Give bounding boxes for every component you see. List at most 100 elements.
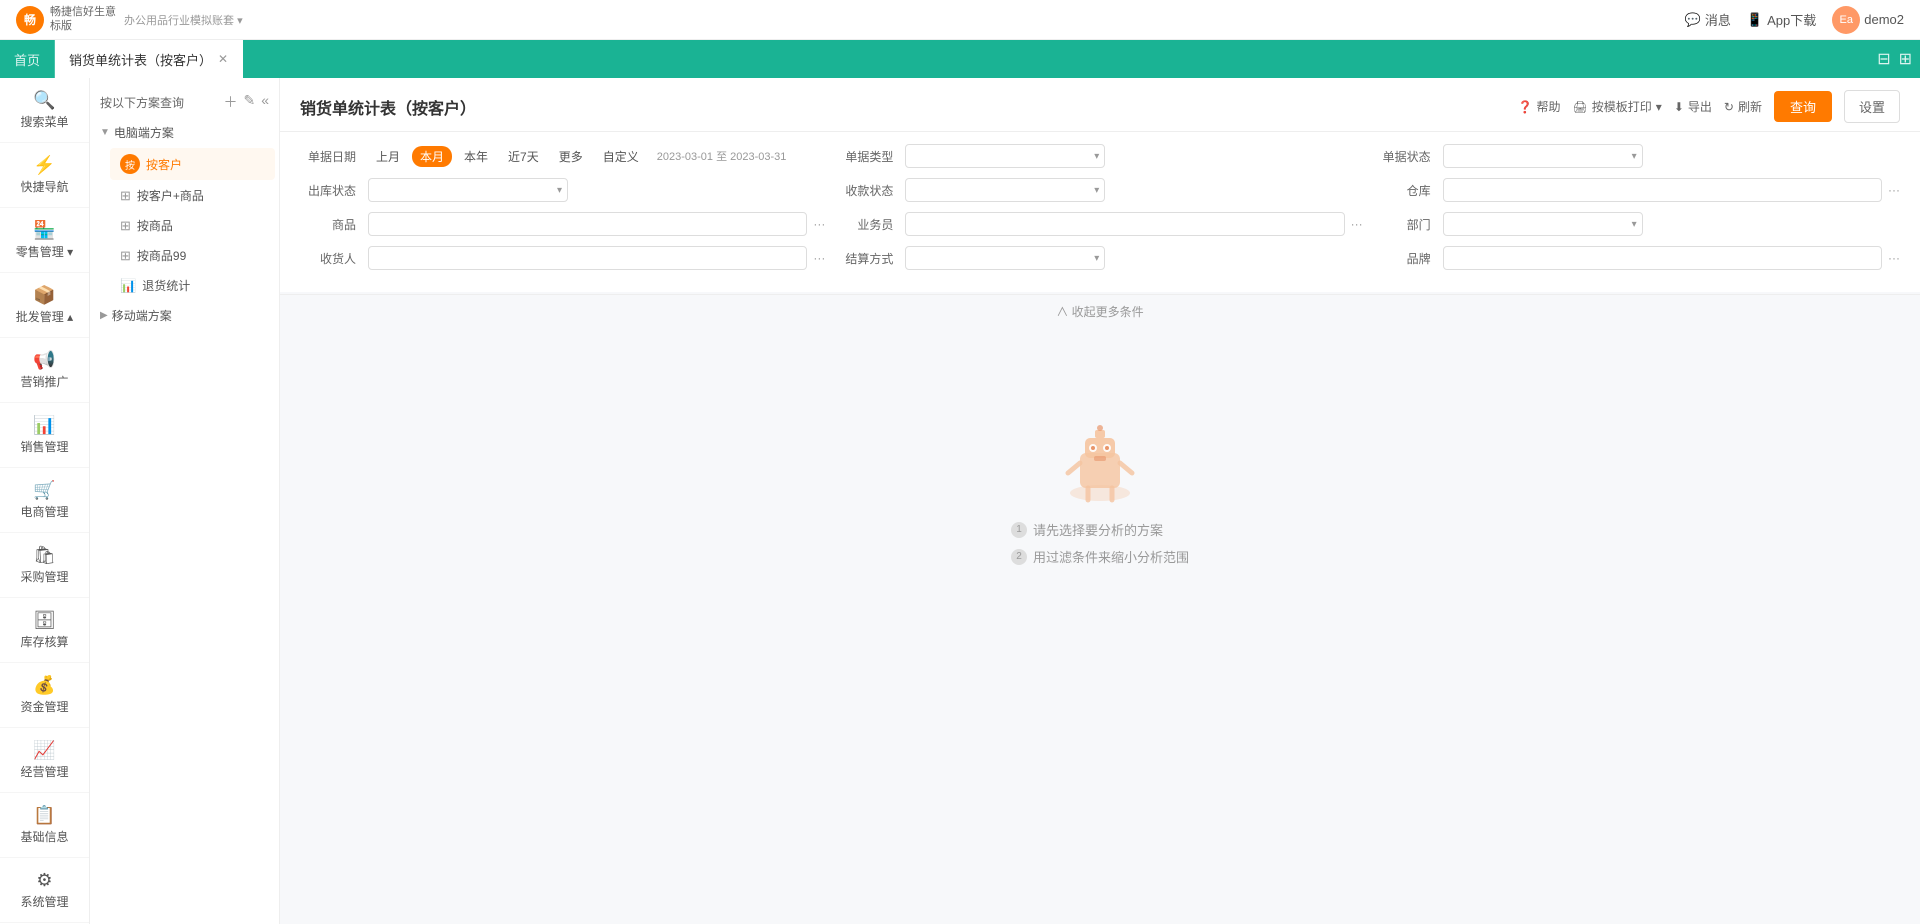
wholesale-icon: 📦 <box>0 285 89 306</box>
sidebar-item-purchase[interactable]: 🛍 采购管理 <box>0 533 89 598</box>
out-status-select-wrapper: ▾ <box>368 178 568 202</box>
sidebar-item-sales[interactable]: 📊 销售管理 <box>0 403 89 468</box>
sidebar-item-inventory[interactable]: 🗄 库存核算 <box>0 598 89 663</box>
help-icon: ❓ <box>1518 100 1533 114</box>
logo-area: 畅 畅捷信好生意 标版 <box>16 6 116 34</box>
sidebar-item-wholesale[interactable]: 📦 批发管理 ▴ <box>0 273 89 338</box>
header-right: 💬 消息 📱 App下载 Ea demo2 <box>1685 6 1904 34</box>
add-scheme-button[interactable]: ＋ <box>223 92 237 112</box>
sidebar-item-operations[interactable]: 📈 经营管理 <box>0 728 89 793</box>
sidebar-item-system[interactable]: ⚙ 系统管理 <box>0 858 89 923</box>
tree-mobile: ▶ 移动端方案 <box>90 301 279 330</box>
sidebar-item-quicknav[interactable]: ⚡ 快捷导航 <box>0 143 89 208</box>
receiver-more[interactable]: ··· <box>813 251 825 265</box>
doc-type-select-wrapper: ▾ <box>905 144 1105 168</box>
date-tab-custom[interactable]: 自定义 <box>595 146 647 167</box>
salesperson-control: ··· <box>905 212 1362 236</box>
right-main: 销货单统计表（按客户） ❓ 帮助 🖨 按模板打印 ▾ ⬇ 导出 <box>280 78 1920 924</box>
warehouse-input[interactable] <box>1443 178 1882 202</box>
template-print-button[interactable]: 🖨 按模板打印 ▾ <box>1573 98 1662 115</box>
tree-arrow-mobile: ▶ <box>100 310 108 321</box>
date-range-display: 2023-03-01 至 2023-03-31 <box>657 148 787 164</box>
tree-leaf-by-customer[interactable]: 按 按客户 <box>110 148 275 180</box>
tab-maximize-button[interactable]: ⊞ <box>1899 49 1912 69</box>
logo-text: 畅捷信好生意 标版 <box>50 6 116 32</box>
export-button[interactable]: ⬇ 导出 <box>1674 98 1712 115</box>
brand-input[interactable] <box>1443 246 1882 270</box>
goods-input[interactable] <box>368 212 807 236</box>
salesperson-input[interactable] <box>905 212 1344 236</box>
tab-home[interactable]: 首页 <box>0 40 55 78</box>
refresh-button[interactable]: ↻ 刷新 <box>1724 98 1762 115</box>
brand-more[interactable]: ··· <box>1888 251 1900 265</box>
query-button[interactable]: 查询 <box>1774 91 1832 122</box>
sidebar-item-ecommerce[interactable]: 🛒 电商管理 <box>0 468 89 533</box>
sidebar-item-search[interactable]: 🔍 搜索菜单 <box>0 78 89 143</box>
tree-desktop-header[interactable]: ▼ 电脑端方案 <box>90 118 279 147</box>
date-tab-last-month[interactable]: 上月 <box>368 146 408 167</box>
system-icon: ⚙ <box>0 870 89 891</box>
date-tab-this-year[interactable]: 本年 <box>456 146 496 167</box>
warehouse-more[interactable]: ··· <box>1888 183 1900 197</box>
date-tab-this-month[interactable]: 本月 <box>412 146 452 167</box>
tip-num-1: 1 <box>1011 522 1027 538</box>
out-status-label: 出库状态 <box>300 182 356 199</box>
date-label: 单据日期 <box>300 148 356 165</box>
settlement-select[interactable] <box>905 246 1105 270</box>
date-tab-more[interactable]: 更多 <box>551 146 591 167</box>
tree-leaf-by-goods-99[interactable]: ⊞ 按商品99 <box>110 241 275 270</box>
sidebar-item-marketing[interactable]: 📢 营销推广 <box>0 338 89 403</box>
top-header: 畅 畅捷信好生意 标版 办公用品行业模拟账套 ▾ 💬 消息 📱 App下载 Ea… <box>0 0 1920 40</box>
account-selector[interactable]: 办公用品行业模拟账套 ▾ <box>124 12 243 28</box>
receipt-status-control: ▾ <box>905 178 1362 202</box>
app-icon: 📱 <box>1747 12 1763 28</box>
app-download-button[interactable]: 📱 App下载 <box>1747 10 1816 29</box>
edit-scheme-button[interactable]: ✎ <box>243 92 255 112</box>
settings-button[interactable]: 设置 <box>1844 90 1900 123</box>
empty-tip-2: 2 用过滤条件来缩小分析范围 <box>1011 547 1189 566</box>
help-button[interactable]: ❓ 帮助 <box>1518 98 1561 115</box>
collapse-row[interactable]: ∧ 收起更多条件 <box>280 294 1920 328</box>
tab-sales-stats[interactable]: 销货单统计表（按客户） ✕ <box>55 40 243 78</box>
sidebar-item-basic[interactable]: 📋 基础信息 <box>0 793 89 858</box>
empty-illustration <box>1050 408 1150 508</box>
goods-more[interactable]: ··· <box>813 217 825 231</box>
purchase-icon: 🛍 <box>0 545 89 566</box>
tree-mobile-header[interactable]: ▶ 移动端方案 <box>90 301 279 330</box>
sales-icon: 📊 <box>0 415 89 436</box>
user-menu[interactable]: Ea demo2 <box>1832 6 1904 34</box>
doc-status-select[interactable] <box>1443 144 1643 168</box>
date-tab-last7[interactable]: 近7天 <box>500 146 547 167</box>
receiver-control: ··· <box>368 246 825 270</box>
avatar: Ea <box>1832 6 1860 34</box>
tab-close-icon[interactable]: ✕ <box>218 52 228 66</box>
message-button[interactable]: 💬 消息 <box>1685 10 1731 29</box>
out-status-select[interactable] <box>368 178 568 202</box>
empty-tip-1: 1 请先选择要分析的方案 <box>1011 520 1189 539</box>
tree-leaf-by-goods[interactable]: ⊞ 按商品 <box>110 211 275 240</box>
receipt-status-select[interactable] <box>905 178 1105 202</box>
brand-label: 品牌 <box>1375 250 1431 267</box>
filter-area: 单据日期 上月 本月 本年 近7天 更多 自定义 2023-03-01 至 20… <box>280 132 1920 292</box>
sidebar: 🔍 搜索菜单 ⚡ 快捷导航 🏪 零售管理 ▾ 📦 批发管理 ▴ 📢 营销推广 📊… <box>0 78 90 924</box>
collapse-panel-button[interactable]: « <box>261 92 269 112</box>
doc-type-control: ▾ <box>905 144 1362 168</box>
receiver-input[interactable] <box>368 246 807 270</box>
department-select[interactable] <box>1443 212 1643 236</box>
ecommerce-icon: 🛒 <box>0 480 89 501</box>
by-goods-icon: ⊞ <box>120 218 131 234</box>
tree-leaf-return-stats[interactable]: 📊 退货统计 <box>110 271 275 300</box>
doc-type-select[interactable] <box>905 144 1105 168</box>
salesperson-more[interactable]: ··· <box>1351 217 1363 231</box>
tree-leaf-by-customer-goods[interactable]: ⊞ 按客户+商品 <box>110 181 275 210</box>
sidebar-item-retail[interactable]: 🏪 零售管理 ▾ <box>0 208 89 273</box>
doc-type-label: 单据类型 <box>837 148 893 165</box>
sidebar-item-finance[interactable]: 💰 资金管理 <box>0 663 89 728</box>
doc-status-control: ▾ <box>1443 144 1900 168</box>
print-chevron-icon: ▾ <box>1656 100 1662 114</box>
page-title: 销货单统计表（按客户） <box>300 95 476 119</box>
tab-minimize-button[interactable]: ⊟ <box>1877 49 1890 69</box>
search-icon: 🔍 <box>0 90 89 111</box>
settlement-control: ▾ <box>905 246 1362 270</box>
salesperson-label: 业务员 <box>837 216 893 233</box>
